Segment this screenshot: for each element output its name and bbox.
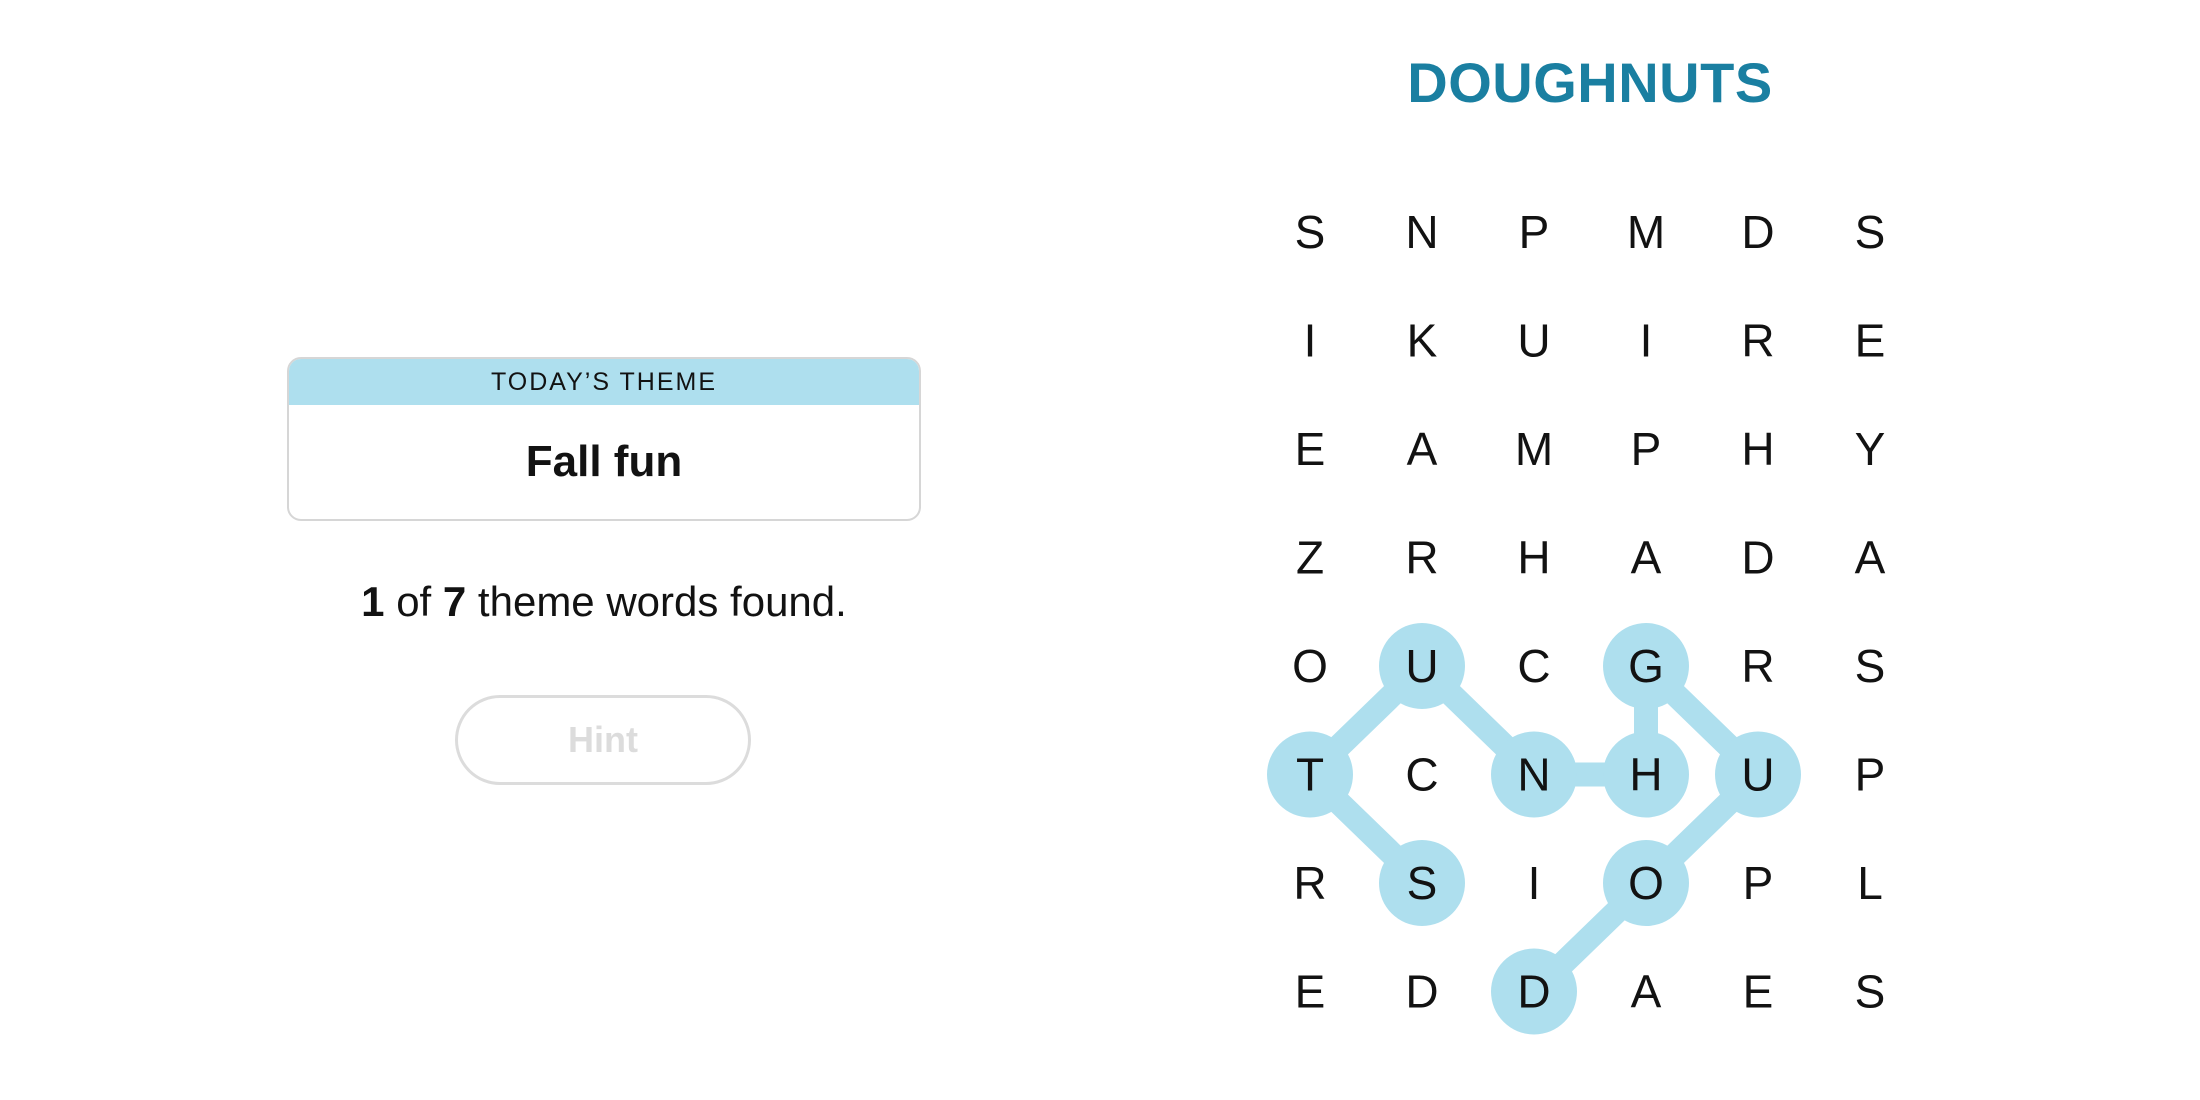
letter-cell[interactable]: R xyxy=(1267,840,1353,926)
letter-cell[interactable]: P xyxy=(1491,189,1577,275)
letter: C xyxy=(1517,640,1550,692)
letter: E xyxy=(1855,315,1886,367)
letter: A xyxy=(1855,532,1886,584)
letter: S xyxy=(1855,966,1886,1018)
letter-cell[interactable]: R xyxy=(1715,623,1801,709)
letter-cell[interactable]: D xyxy=(1715,515,1801,601)
letter-cell[interactable]: P xyxy=(1715,840,1801,926)
letter-cell-selected[interactable]: D xyxy=(1491,949,1577,1035)
letter: R xyxy=(1293,857,1326,909)
letter-cell-selected[interactable]: U xyxy=(1715,732,1801,818)
letter-cell[interactable]: S xyxy=(1827,949,1913,1035)
letter: L xyxy=(1857,857,1883,909)
letter: H xyxy=(1629,749,1662,801)
letter-cell[interactable]: C xyxy=(1379,732,1465,818)
letter: D xyxy=(1517,966,1550,1018)
letter-cell[interactable]: A xyxy=(1827,515,1913,601)
letter-cells[interactable]: S N P M D S I K U I R E E A M P H Y Z R H A D A O U C G R S T C N H U P R S I O… xyxy=(1267,189,1913,1035)
letter-cell[interactable]: O xyxy=(1267,623,1353,709)
letter-cell-selected[interactable]: O xyxy=(1603,840,1689,926)
letter: E xyxy=(1295,423,1326,475)
letter-cell[interactable]: S xyxy=(1267,189,1353,275)
letter-cell[interactable]: Z xyxy=(1267,515,1353,601)
letter: I xyxy=(1640,315,1653,367)
letter-cell[interactable]: M xyxy=(1491,406,1577,492)
letter: A xyxy=(1407,423,1438,475)
letter: T xyxy=(1296,749,1324,801)
letter-cell-selected[interactable]: U xyxy=(1379,623,1465,709)
letter: G xyxy=(1628,640,1664,692)
letter-cell[interactable]: I xyxy=(1603,298,1689,384)
letter-cell-selected[interactable]: H xyxy=(1603,732,1689,818)
letter-cell[interactable]: E xyxy=(1267,949,1353,1035)
letter: R xyxy=(1741,640,1774,692)
letter: Y xyxy=(1855,423,1886,475)
letter: U xyxy=(1741,749,1774,801)
letter: P xyxy=(1519,206,1550,258)
letter: D xyxy=(1741,206,1774,258)
letter-cell[interactable]: H xyxy=(1715,406,1801,492)
letter-cell[interactable]: E xyxy=(1827,298,1913,384)
letter-cell[interactable]: P xyxy=(1603,406,1689,492)
letter: R xyxy=(1405,532,1438,584)
letter: M xyxy=(1515,423,1553,475)
letter-cell[interactable]: A xyxy=(1603,515,1689,601)
letter-cell[interactable]: A xyxy=(1379,406,1465,492)
letter-cell[interactable]: R xyxy=(1715,298,1801,384)
letter: P xyxy=(1743,857,1774,909)
letter-cell-selected[interactable]: T xyxy=(1267,732,1353,818)
letter: E xyxy=(1743,966,1774,1018)
letter-cell[interactable]: C xyxy=(1491,623,1577,709)
letter: D xyxy=(1741,532,1774,584)
letter-cell[interactable]: D xyxy=(1379,949,1465,1035)
letter: A xyxy=(1631,532,1662,584)
letter: U xyxy=(1517,315,1550,367)
letter-cell[interactable]: R xyxy=(1379,515,1465,601)
letter-cell-selected[interactable]: G xyxy=(1603,623,1689,709)
letter: C xyxy=(1405,749,1438,801)
letter: H xyxy=(1517,532,1550,584)
letter-cell[interactable]: L xyxy=(1827,840,1913,926)
letter: P xyxy=(1631,423,1662,475)
letter: D xyxy=(1405,966,1438,1018)
letter: U xyxy=(1405,640,1438,692)
letter-cell[interactable]: M xyxy=(1603,189,1689,275)
letter-cell[interactable]: D xyxy=(1715,189,1801,275)
letter: E xyxy=(1295,966,1326,1018)
letter: O xyxy=(1292,640,1328,692)
letter-cell-selected[interactable]: S xyxy=(1379,840,1465,926)
letter: K xyxy=(1407,315,1438,367)
letter: I xyxy=(1304,315,1317,367)
letter-cell[interactable]: E xyxy=(1715,949,1801,1035)
letter-cell[interactable]: K xyxy=(1379,298,1465,384)
letter: M xyxy=(1627,206,1665,258)
letter: S xyxy=(1855,640,1886,692)
letter: Z xyxy=(1296,532,1324,584)
letter-cell-selected[interactable]: N xyxy=(1491,732,1577,818)
letter-cell[interactable]: I xyxy=(1491,840,1577,926)
letter-cell[interactable]: S xyxy=(1827,623,1913,709)
letter-cell[interactable]: S xyxy=(1827,189,1913,275)
letter-cell[interactable]: U xyxy=(1491,298,1577,384)
letter: P xyxy=(1855,749,1886,801)
letter: H xyxy=(1741,423,1774,475)
letter-cell[interactable]: A xyxy=(1603,949,1689,1035)
letter-cell[interactable]: I xyxy=(1267,298,1353,384)
letter: S xyxy=(1407,857,1438,909)
letter: I xyxy=(1528,857,1541,909)
letter: A xyxy=(1631,966,1662,1018)
letter: N xyxy=(1405,206,1438,258)
letter: N xyxy=(1517,749,1550,801)
letter-cell[interactable]: Y xyxy=(1827,406,1913,492)
letter: S xyxy=(1295,206,1326,258)
letter: O xyxy=(1628,857,1664,909)
letter-grid[interactable]: S N P M D S I K U I R E E A M P H Y Z R H A D A O U C G R S T C N H U P R S I O… xyxy=(0,0,2200,1100)
letter-cell[interactable]: E xyxy=(1267,406,1353,492)
letter-cell[interactable]: N xyxy=(1379,189,1465,275)
letter: R xyxy=(1741,315,1774,367)
letter-cell[interactable]: P xyxy=(1827,732,1913,818)
letter: S xyxy=(1855,206,1886,258)
letter-cell[interactable]: H xyxy=(1491,515,1577,601)
